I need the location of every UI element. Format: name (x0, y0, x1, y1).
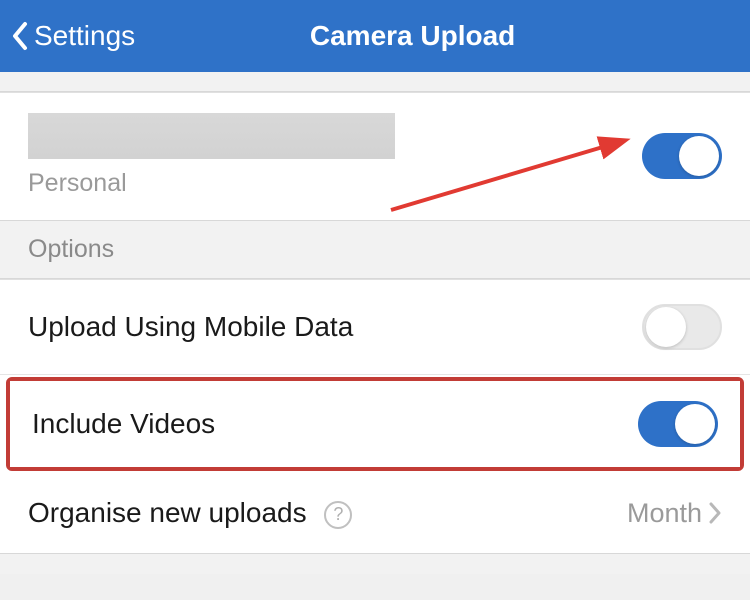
highlight-annotation: Include Videos (6, 377, 744, 471)
page-title: Camera Upload (85, 20, 740, 52)
account-name-redacted (28, 113, 395, 159)
camera-upload-toggle[interactable] (642, 133, 722, 179)
organise-uploads-row[interactable]: Organise new uploads ? Month (0, 473, 750, 553)
organise-uploads-value: Month (627, 498, 702, 529)
help-icon[interactable]: ? (324, 501, 352, 529)
account-row: Personal (0, 93, 750, 220)
section-spacer (0, 554, 750, 574)
account-type-label: Personal (28, 169, 642, 198)
options-section-header: Options (0, 221, 750, 279)
include-videos-toggle[interactable] (638, 401, 718, 447)
chevron-right-icon (708, 501, 722, 525)
upload-mobile-data-label: Upload Using Mobile Data (28, 311, 642, 343)
account-section: Personal (0, 92, 750, 221)
include-videos-label: Include Videos (32, 408, 638, 440)
options-section: Upload Using Mobile Data Include Videos … (0, 279, 750, 554)
upload-mobile-data-row[interactable]: Upload Using Mobile Data (0, 280, 750, 375)
upload-mobile-data-toggle[interactable] (642, 304, 722, 350)
chevron-left-icon (10, 19, 30, 53)
organise-uploads-label: Organise new uploads ? (28, 497, 627, 529)
include-videos-row[interactable]: Include Videos (10, 381, 740, 467)
navigation-header: Settings Camera Upload (0, 0, 750, 72)
section-spacer (0, 72, 750, 92)
